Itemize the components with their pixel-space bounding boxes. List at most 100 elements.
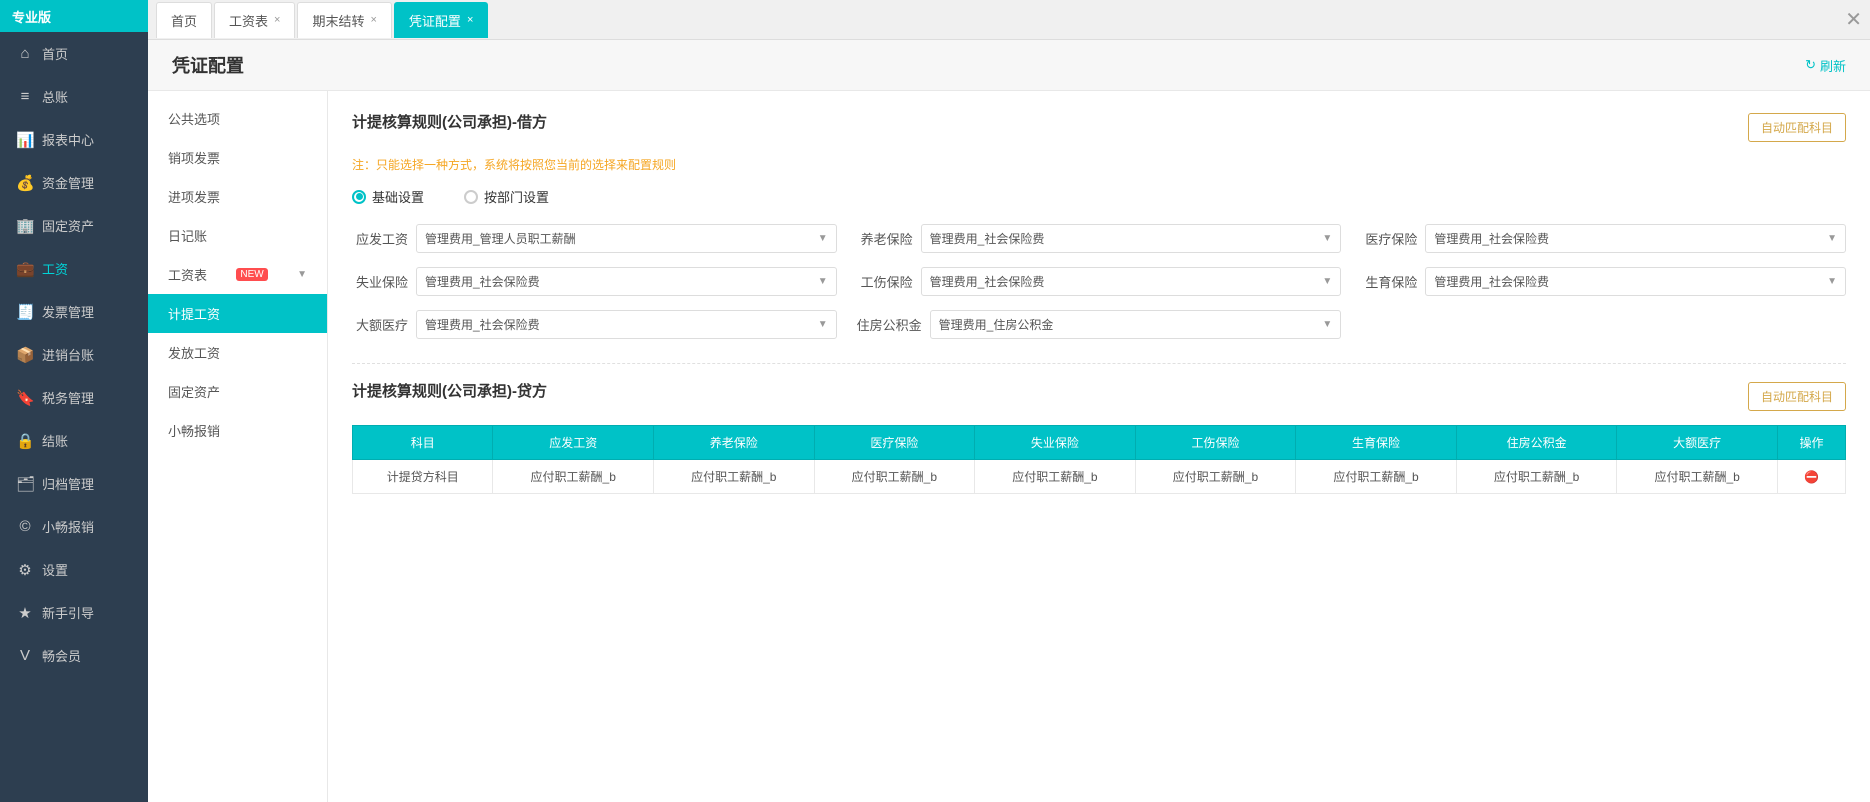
invoice-icon: 🧾	[16, 303, 34, 321]
credit-auto-match-button[interactable]: 自动匹配科目	[1748, 382, 1846, 411]
left-nav: 公共选项 销项发票 进项发票 日记账 工资表 NEW ▼ 计提工资 发放工资	[148, 91, 328, 802]
select-medical[interactable]: 管理费用_社会保险费 ▼	[1425, 224, 1846, 253]
select-injury[interactable]: 管理费用_社会保险费 ▼	[921, 267, 1342, 296]
radio-department[interactable]: 按部门设置	[464, 187, 549, 206]
td-large-medical: 应付职工薪酬_b	[1617, 460, 1778, 494]
window-close-button[interactable]: ✕	[1845, 7, 1862, 32]
sidebar-item-label: 首页	[42, 44, 68, 63]
sidebar-item-salary[interactable]: 💼 工资	[0, 247, 148, 290]
select-housing[interactable]: 管理费用_住房公积金 ▼	[930, 310, 1342, 339]
sidebar-item-archive[interactable]: 🗂 归档管理	[0, 462, 148, 505]
delete-icon[interactable]: ⛔	[1804, 470, 1819, 484]
tabs-bar: 首页 工资表 × 期末结转 × 凭证配置 × ✕	[148, 0, 1870, 40]
credit-section-title: 计提核算规则(公司承担)-贷方	[352, 380, 547, 401]
sidebar-item-label: 设置	[42, 560, 68, 579]
sidebar-item-assets[interactable]: 🏢 固定资产	[0, 204, 148, 247]
tab-period-close-close[interactable]: ×	[370, 14, 376, 26]
salary-icon: 💼	[16, 260, 34, 278]
select-large-medical[interactable]: 管理费用_社会保险费 ▼	[416, 310, 837, 339]
chevron-down-icon: ▼	[818, 319, 828, 330]
content-layout: 公共选项 销项发票 进项发票 日记账 工资表 NEW ▼ 计提工资 发放工资	[148, 91, 1870, 802]
tab-payroll-close[interactable]: ×	[274, 14, 280, 26]
sidebar-item-guide[interactable]: ★ 新手引导	[0, 591, 148, 634]
nav-item-calc-salary[interactable]: 计提工资	[148, 294, 327, 333]
nav-item-expense[interactable]: 小畅报销	[148, 411, 327, 450]
tab-period-close[interactable]: 期末结转 ×	[297, 2, 391, 38]
sidebar-item-xiaochang[interactable]: © 小畅报销	[0, 505, 148, 548]
tab-home-label: 首页	[171, 11, 197, 30]
label-large-medical: 大额医疗	[352, 315, 408, 334]
sidebar-item-close[interactable]: 🔒 结账	[0, 419, 148, 462]
credit-section-header: 计提核算规则(公司承担)-贷方 自动匹配科目	[352, 380, 1846, 413]
th-pension: 养老保险	[653, 426, 814, 460]
sidebar-item-label: 新手引导	[42, 603, 94, 622]
debit-radio-group: 基础设置 按部门设置	[352, 187, 1846, 206]
nav-item-public[interactable]: 公共选项	[148, 99, 327, 138]
brand-header: 专业版	[0, 0, 148, 32]
sidebar-item-funds[interactable]: 💰 资金管理	[0, 161, 148, 204]
th-subject: 科目	[353, 426, 493, 460]
sidebar-item-label: 总账	[42, 87, 68, 106]
radio-basic[interactable]: 基础设置	[352, 187, 424, 206]
nav-item-fixed-assets[interactable]: 固定资产	[148, 372, 327, 411]
sidebar-item-label: 税务管理	[42, 388, 94, 407]
sidebar-item-invoice[interactable]: 🧾 发票管理	[0, 290, 148, 333]
select-housing-value: 管理费用_住房公积金	[939, 316, 1054, 333]
td-action[interactable]: ⛔	[1777, 460, 1845, 494]
sidebar-item-label: 资金管理	[42, 173, 94, 192]
select-unemployment[interactable]: 管理费用_社会保险费 ▼	[416, 267, 837, 296]
nav-item-journal[interactable]: 日记账	[148, 216, 327, 255]
debit-auto-match-button[interactable]: 自动匹配科目	[1748, 113, 1846, 142]
td-salary: 应付职工薪酬_b	[493, 460, 654, 494]
new-badge: NEW	[236, 268, 267, 281]
td-pension: 应付职工薪酬_b	[653, 460, 814, 494]
radio-department-label: 按部门设置	[484, 187, 549, 206]
th-injury: 工伤保险	[1135, 426, 1296, 460]
chevron-down-icon: ▼	[1322, 233, 1332, 244]
tab-voucher-config[interactable]: 凭证配置 ×	[394, 2, 488, 38]
sidebar-item-ledger[interactable]: ≡ 总账	[0, 75, 148, 118]
nav-item-purchase-invoice[interactable]: 进项发票	[148, 177, 327, 216]
inventory-icon: 📦	[16, 346, 34, 364]
select-salary[interactable]: 管理费用_管理人员职工薪酬 ▼	[416, 224, 837, 253]
td-injury: 应付职工薪酬_b	[1135, 460, 1296, 494]
home-icon: ⌂	[16, 45, 34, 62]
chevron-down-icon: ▼	[1827, 276, 1837, 287]
tab-payroll[interactable]: 工资表 ×	[214, 2, 295, 38]
th-large-medical: 大额医疗	[1617, 426, 1778, 460]
brand-label: 专业版	[12, 7, 51, 26]
chevron-down-icon: ▼	[1322, 319, 1332, 330]
select-maternity[interactable]: 管理费用_社会保险费 ▼	[1425, 267, 1846, 296]
sidebar-item-settings[interactable]: ⚙ 设置	[0, 548, 148, 591]
section-divider	[352, 363, 1846, 364]
radio-department-circle	[464, 190, 478, 204]
sidebar-item-member[interactable]: V 畅会员	[0, 634, 148, 677]
chevron-down-icon: ▼	[818, 276, 828, 287]
refresh-button[interactable]: ↻ 刷新	[1805, 56, 1846, 75]
sidebar-item-label: 归档管理	[42, 474, 94, 493]
sidebar-item-tax[interactable]: 🔖 税务管理	[0, 376, 148, 419]
td-maternity: 应付职工薪酬_b	[1296, 460, 1457, 494]
debit-section-title: 计提核算规则(公司承担)-借方	[352, 111, 547, 132]
tab-home[interactable]: 首页	[156, 2, 212, 38]
sidebar-item-label: 结账	[42, 431, 68, 450]
label-injury: 工伤保险	[857, 272, 913, 291]
select-salary-value: 管理费用_管理人员职工薪酬	[425, 230, 576, 247]
sidebar-item-inventory[interactable]: 📦 进销台账	[0, 333, 148, 376]
sidebar-item-reports[interactable]: 📊 报表中心	[0, 118, 148, 161]
page-title: 凭证配置	[172, 52, 244, 78]
label-salary: 应发工资	[352, 229, 408, 248]
sidebar-item-home[interactable]: ⌂ 首页	[0, 32, 148, 75]
nav-item-distribute-salary[interactable]: 发放工资	[148, 333, 327, 372]
nav-item-payroll-table[interactable]: 工资表 NEW ▼	[148, 255, 327, 294]
funds-icon: 💰	[16, 174, 34, 192]
debit-section-note: 注：只能选择一种方式，系统将按照您当前的选择来配置规则	[352, 156, 1846, 173]
nav-item-sales-invoice[interactable]: 销项发票	[148, 138, 327, 177]
select-medical-value: 管理费用_社会保险费	[1434, 230, 1549, 247]
chevron-down-icon: ▼	[818, 233, 828, 244]
debit-form-row-salary: 应发工资 管理费用_管理人员职工薪酬 ▼	[352, 224, 837, 253]
tab-voucher-config-close[interactable]: ×	[467, 14, 473, 26]
select-pension[interactable]: 管理费用_社会保险费 ▼	[921, 224, 1342, 253]
select-pension-value: 管理费用_社会保险费	[930, 230, 1045, 247]
radio-basic-circle	[352, 190, 366, 204]
